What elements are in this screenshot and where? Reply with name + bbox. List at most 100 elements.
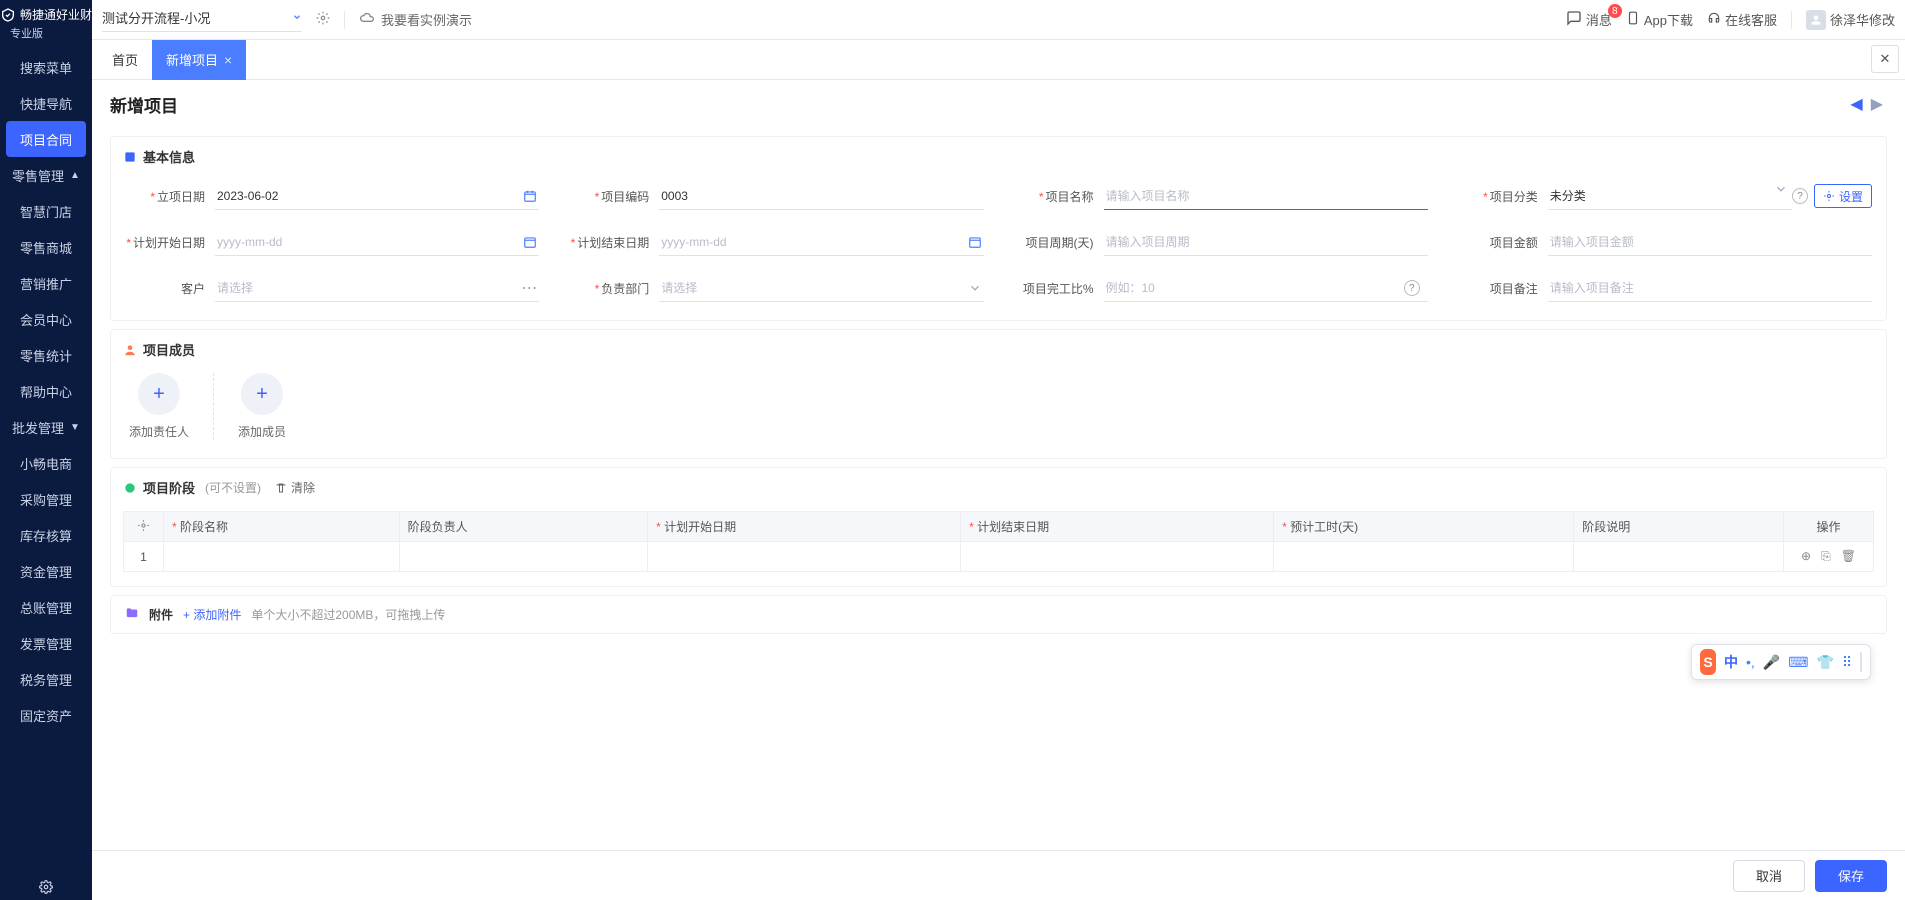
cancel-button[interactable]: 取消 xyxy=(1733,860,1805,892)
cell-plan-end[interactable] xyxy=(961,542,1274,572)
tab-new-project[interactable]: 新增项目 × xyxy=(152,40,246,80)
topbar: 测试分开流程-小况 我要看实例演示 消息 8 App下载 在线客服 xyxy=(92,0,1905,40)
sidebar-item-invoice[interactable]: 发票管理 xyxy=(0,625,92,661)
field-completion: 项目完工比% ? xyxy=(1014,274,1428,302)
sidebar-item-finance[interactable]: 资金管理 xyxy=(0,553,92,589)
customer-select[interactable] xyxy=(215,274,539,302)
ime-keyboard-icon[interactable]: ⌨ xyxy=(1788,654,1808,671)
messages-badge: 8 xyxy=(1608,4,1622,18)
ime-menu-icon[interactable]: ⠿ xyxy=(1842,654,1852,671)
cell-plan-start[interactable] xyxy=(648,542,961,572)
brand-name: 畅捷通好业财 xyxy=(20,6,92,23)
project-category-select[interactable] xyxy=(1548,182,1792,210)
online-service-button[interactable]: 在线客服 xyxy=(1707,10,1777,29)
plan-start-input[interactable] xyxy=(215,228,539,256)
help-icon[interactable]: ? xyxy=(1792,188,1808,204)
sidebar-item-general-ledger[interactable]: 总账管理 xyxy=(0,589,92,625)
sidebar-item-help-center[interactable]: 帮助中心 xyxy=(0,373,92,409)
ime-toolbar[interactable]: S 中 •, 🎤 ⌨ 👕 ⠿ xyxy=(1691,644,1871,680)
field-create-date: *立项日期 xyxy=(125,182,539,210)
cell-stage-owner[interactable] xyxy=(399,542,647,572)
create-date-input[interactable] xyxy=(215,182,539,210)
save-button[interactable]: 保存 xyxy=(1815,860,1887,892)
remark-input[interactable] xyxy=(1548,274,1872,302)
chevron-down-icon xyxy=(292,10,302,25)
headset-icon xyxy=(1707,11,1721,28)
tenant-name: 测试分开流程-小况 xyxy=(102,8,284,27)
divider xyxy=(344,11,345,29)
sidebar-item-inventory[interactable]: 库存核算 xyxy=(0,517,92,553)
sidebar-item-marketing[interactable]: 营销推广 xyxy=(0,265,92,301)
tab-home[interactable]: 首页 xyxy=(98,40,152,80)
row-index: 1 xyxy=(124,542,164,572)
sidebar-item-purchase[interactable]: 采购管理 xyxy=(0,481,92,517)
sidebar-item-ecommerce[interactable]: 小畅电商 xyxy=(0,445,92,481)
cell-estimate-hours[interactable] xyxy=(1274,542,1574,572)
sidebar-item-member-center[interactable]: 会员中心 xyxy=(0,301,92,337)
sidebar-item-fixed-assets[interactable]: 固定资产 xyxy=(0,697,92,733)
ime-voice-icon[interactable]: 🎤 xyxy=(1763,654,1780,671)
completion-input[interactable] xyxy=(1104,274,1428,302)
close-icon[interactable]: × xyxy=(224,52,232,68)
plan-end-input[interactable] xyxy=(659,228,983,256)
help-icon[interactable]: ? xyxy=(1404,280,1420,296)
ime-drag-handle[interactable] xyxy=(1860,652,1862,672)
department-select[interactable] xyxy=(659,274,983,302)
clear-stages-button[interactable]: 清除 xyxy=(275,479,315,496)
sidebar-item-quicknav[interactable]: 快捷导航 xyxy=(0,85,92,121)
field-remark: 项目备注 xyxy=(1458,274,1872,302)
add-member-button[interactable]: + xyxy=(241,373,283,415)
sidebar-settings[interactable] xyxy=(0,876,92,900)
cell-stage-name[interactable] xyxy=(164,542,400,572)
close-all-tabs-button[interactable]: ✕ xyxy=(1871,45,1899,73)
row-add-icon[interactable]: ⊕ xyxy=(1801,549,1811,564)
table-row[interactable]: 1 ⊕ ⎘ 🗑 xyxy=(124,542,1874,572)
add-owner-button[interactable]: + xyxy=(138,373,180,415)
cell-description[interactable] xyxy=(1574,542,1784,572)
sidebar-item-retail-mall[interactable]: 零售商城 xyxy=(0,229,92,265)
sidebar-item-wholesale[interactable]: 批发管理▼ xyxy=(0,409,92,445)
project-name-input[interactable] xyxy=(1104,182,1428,210)
amount-input[interactable] xyxy=(1548,228,1872,256)
table-settings-icon[interactable] xyxy=(137,521,150,535)
demo-link[interactable]: 我要看实例演示 xyxy=(359,10,472,29)
row-delete-icon[interactable]: 🗑 xyxy=(1841,549,1856,564)
calendar-icon[interactable] xyxy=(968,235,982,249)
calendar-icon[interactable] xyxy=(523,189,537,203)
tenant-selector[interactable]: 测试分开流程-小况 xyxy=(102,8,302,32)
col-stage-owner: 阶段负责人 xyxy=(399,512,647,542)
avatar-icon xyxy=(1806,10,1826,30)
field-project-name: *项目名称 xyxy=(1014,182,1428,210)
section-note: (可不设置) xyxy=(205,479,261,496)
next-record-button[interactable]: ▶ xyxy=(1867,90,1887,118)
chat-icon xyxy=(1566,10,1582,29)
sidebar-item-tax[interactable]: 税务管理 xyxy=(0,661,92,697)
ime-lang-indicator[interactable]: 中 xyxy=(1724,652,1738,672)
row-copy-icon[interactable]: ⎘ xyxy=(1821,549,1831,564)
project-code-input[interactable] xyxy=(659,182,983,210)
field-customer: 客户 ⋯ xyxy=(125,274,539,302)
sidebar-item-retail-mgmt[interactable]: 零售管理▲ xyxy=(0,157,92,193)
sidebar-item-retail-stats[interactable]: 零售统计 xyxy=(0,337,92,373)
category-settings-button[interactable]: 设置 xyxy=(1814,184,1872,208)
add-owner: + 添加责任人 xyxy=(129,373,214,440)
attachment-note: 单个大小不超过200MB，可拖拽上传 xyxy=(251,606,445,623)
add-attachment-button[interactable]: + 添加附件 xyxy=(183,606,241,623)
sidebar: 畅捷通好业财 专业版 搜索菜单 快捷导航 项目合同 零售管理▲ 智慧门店 零售商… xyxy=(0,0,92,900)
sidebar-item-search[interactable]: 搜索菜单 xyxy=(0,49,92,85)
calendar-icon[interactable] xyxy=(523,235,537,249)
prev-record-button[interactable]: ◀ xyxy=(1846,90,1866,118)
duration-input[interactable] xyxy=(1104,228,1428,256)
app-download-button[interactable]: App下载 xyxy=(1626,10,1693,29)
col-plan-end: 计划结束日期 xyxy=(961,512,1274,542)
sidebar-item-smart-store[interactable]: 智慧门店 xyxy=(0,193,92,229)
ime-punct-icon[interactable]: •, xyxy=(1746,654,1755,671)
footer-bar: 取消 保存 xyxy=(92,850,1905,900)
more-icon[interactable]: ⋯ xyxy=(521,278,537,298)
user-menu[interactable]: 徐泽华修改 xyxy=(1806,10,1895,30)
tenant-settings-icon[interactable] xyxy=(316,11,330,28)
ime-skin-icon[interactable]: 👕 xyxy=(1816,654,1833,671)
messages-button[interactable]: 消息 8 xyxy=(1566,10,1612,29)
sidebar-item-project-contract[interactable]: 项目合同 xyxy=(6,121,86,157)
stages-table: 阶段名称 阶段负责人 计划开始日期 计划结束日期 预计工时(天) 阶段说明 操作… xyxy=(123,511,1874,572)
